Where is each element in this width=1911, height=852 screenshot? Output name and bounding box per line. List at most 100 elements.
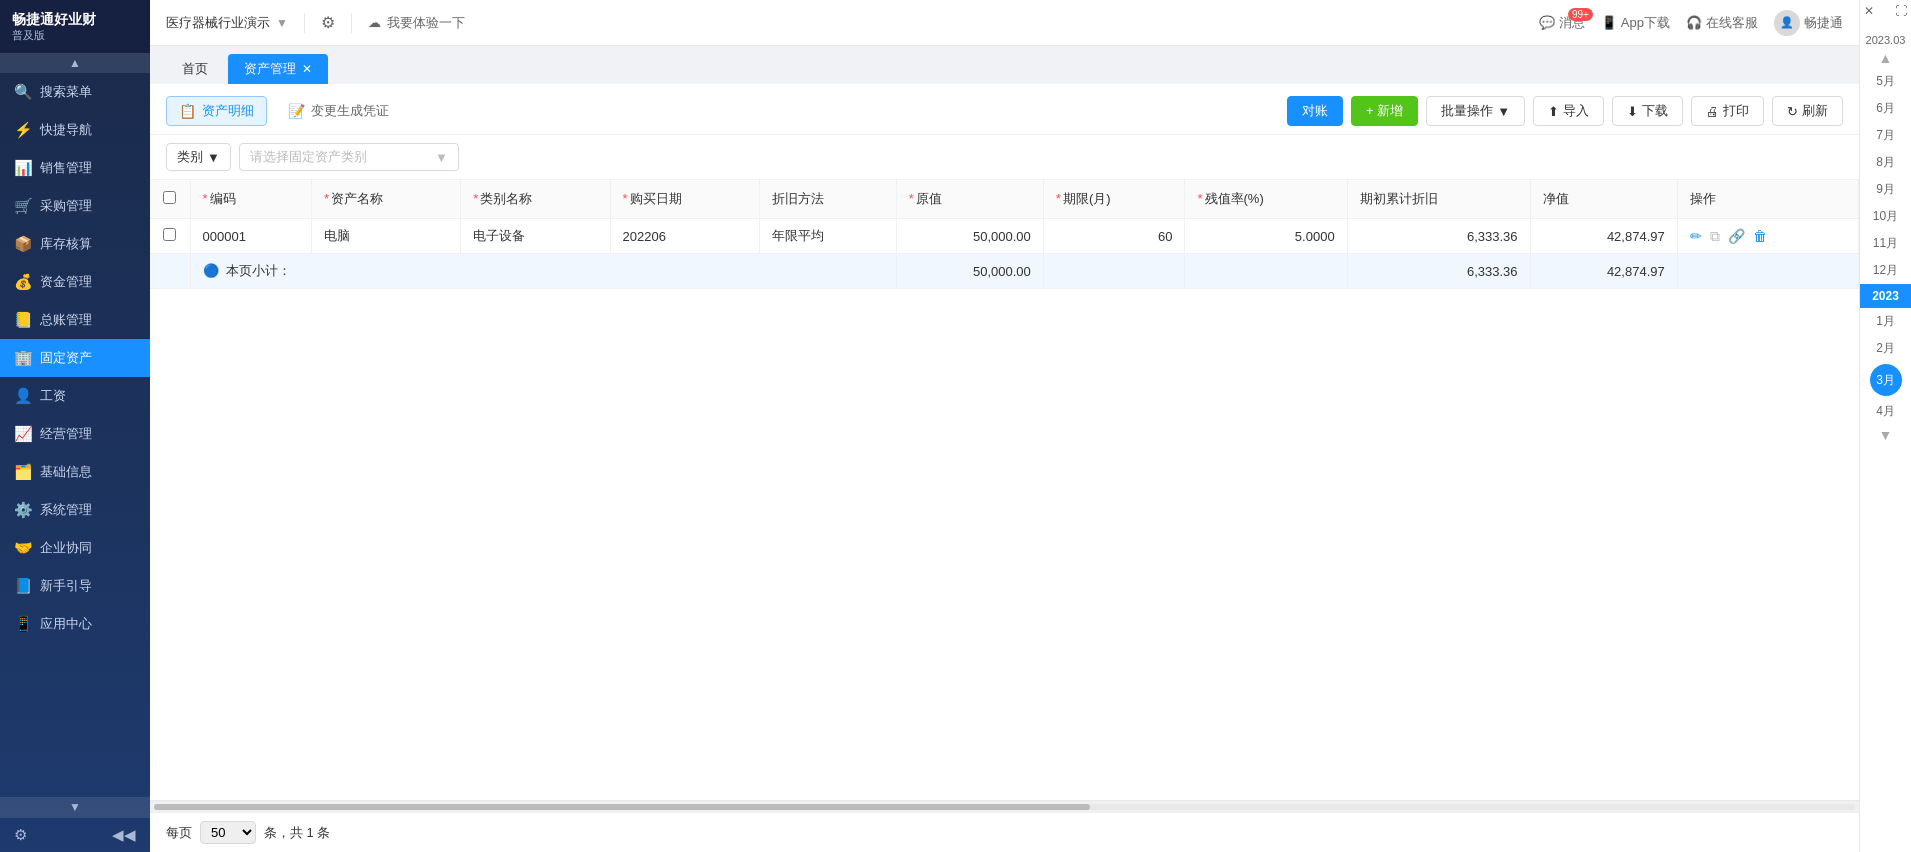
subtotal-row: 🔵 本页小计： 50,000.00 6,333.36 42,874.97 — [150, 254, 1859, 289]
batch-button[interactable]: 批量操作 ▼ — [1426, 96, 1525, 126]
refresh-button[interactable]: ↻ 刷新 — [1772, 96, 1843, 126]
settings-icon[interactable]: ⚙ — [14, 826, 27, 844]
sub-tab-asset-detail[interactable]: 📋 资产明细 — [166, 96, 267, 126]
row-checkbox[interactable] — [163, 228, 176, 241]
date-nav-month-1[interactable]: 1月 — [1860, 308, 1911, 335]
batch-dropdown-icon: ▼ — [1497, 104, 1510, 119]
category-filter[interactable]: 类别 ▼ — [166, 143, 231, 171]
print-button[interactable]: 🖨 打印 — [1691, 96, 1764, 126]
search-icon: 🔍 — [14, 83, 32, 101]
date-nav-month-9[interactable]: 9月 — [1860, 176, 1911, 203]
company-selector[interactable]: 医疗器械行业演示 ▼ — [166, 14, 288, 32]
category-input[interactable]: 请选择固定资产类别 ▼ — [239, 143, 459, 171]
sidebar-item-label: 库存核算 — [40, 235, 92, 253]
per-page-select[interactable]: 50 10 20 100 — [200, 821, 256, 844]
new-button[interactable]: + 新增 — [1351, 96, 1418, 126]
tab-home[interactable]: 首页 — [166, 54, 224, 84]
row-name: 电脑 — [311, 219, 460, 254]
date-nav-month-4[interactable]: 4月 — [1860, 398, 1911, 425]
row-period: 60 — [1043, 219, 1185, 254]
row-depreciation-method: 年限平均 — [759, 219, 896, 254]
date-nav-month-6[interactable]: 6月 — [1860, 95, 1911, 122]
date-nav-month-3-current[interactable]: 3月 — [1870, 364, 1902, 396]
select-all-checkbox[interactable] — [163, 191, 176, 204]
date-scroll-up-icon[interactable]: ▲ — [1879, 48, 1893, 68]
app-logo-text: 畅捷通好业财 — [12, 10, 96, 28]
download-button[interactable]: ⬇ 下载 — [1612, 96, 1683, 126]
sidebar-item-collab[interactable]: 🤝 企业协同 — [0, 529, 150, 567]
sidebar-item-quick-nav[interactable]: ⚡ 快捷导航 — [0, 111, 150, 149]
reconcile-button[interactable]: 对账 — [1287, 96, 1343, 126]
subtotal-net-value: 42,874.97 — [1530, 254, 1677, 289]
tab-asset-management[interactable]: 资产管理 ✕ — [228, 54, 328, 84]
experience-label: 我要体验一下 — [387, 14, 465, 32]
horizontal-scrollbar[interactable] — [150, 800, 1859, 812]
sidebar-item-label: 搜索菜单 — [40, 83, 92, 101]
sidebar-item-payroll[interactable]: 👤 工资 — [0, 377, 150, 415]
sidebar-item-ops[interactable]: 📈 经营管理 — [0, 415, 150, 453]
date-nav-month-12[interactable]: 12月 — [1860, 257, 1911, 284]
tab-close-icon[interactable]: ✕ — [302, 62, 312, 76]
sub-tab-change-voucher-label: 变更生成凭证 — [311, 102, 389, 120]
sidebar-item-inventory[interactable]: 📦 库存核算 — [0, 225, 150, 263]
date-nav-month-11[interactable]: 11月 — [1860, 230, 1911, 257]
sidebar-item-app-center[interactable]: 📱 应用中心 — [0, 605, 150, 643]
header-name: *资产名称 — [311, 180, 460, 219]
sidebar-scroll-up[interactable]: ▲ — [0, 53, 150, 73]
asset-table: *编码 *资产名称 *类别名称 *购买日期 折旧方法 *原值 *期限(月) *残… — [150, 180, 1859, 289]
date-nav-month-10[interactable]: 10月 — [1860, 203, 1911, 230]
header-residual-rate: *残值率(%) — [1185, 180, 1347, 219]
sidebar-item-guide[interactable]: 📘 新手引导 — [0, 567, 150, 605]
sidebar-item-system[interactable]: ⚙️ 系统管理 — [0, 491, 150, 529]
edit-icon[interactable]: ✏ — [1690, 228, 1702, 244]
toolbar-right: 对账 + 新增 批量操作 ▼ ⬆ 导入 ⬇ 下载 🖨 — [1287, 96, 1843, 126]
copy-icon[interactable]: ⧉ — [1710, 228, 1720, 245]
import-button[interactable]: ⬆ 导入 — [1533, 96, 1604, 126]
date-nav-year-2023[interactable]: 2023 — [1860, 284, 1911, 308]
refresh-icon: ↻ — [1787, 104, 1798, 119]
sidebar-item-sales[interactable]: 📊 销售管理 — [0, 149, 150, 187]
messages-button[interactable]: 💬 消息 99+ — [1539, 14, 1585, 32]
sidebar-item-ledger[interactable]: 📒 总账管理 — [0, 301, 150, 339]
settings-gear-icon[interactable]: ⚙ — [321, 13, 335, 32]
date-nav-month-5[interactable]: 5月 — [1860, 68, 1911, 95]
sidebar-item-label: 系统管理 — [40, 501, 92, 519]
import-icon: ⬆ — [1548, 104, 1559, 119]
right-panel-close-icon[interactable]: ✕ — [1864, 4, 1874, 18]
subtotal-period — [1043, 254, 1185, 289]
sidebar-item-fixed-assets[interactable]: 🏢 固定资产 — [0, 339, 150, 377]
topbar-right: 💬 消息 99+ 📱 App下载 🎧 在线客服 👤 畅捷通 — [1539, 10, 1843, 36]
experience-button[interactable]: ☁ 我要体验一下 — [368, 14, 465, 32]
sidebar-item-basic[interactable]: 🗂️ 基础信息 — [0, 453, 150, 491]
customer-service-button[interactable]: 🎧 在线客服 — [1686, 14, 1758, 32]
row-code: 000001 — [190, 219, 311, 254]
delete-icon[interactable]: 🗑 — [1753, 228, 1767, 244]
row-net-value: 42,874.97 — [1530, 219, 1677, 254]
row-initial-accumulated-depreciation: 6,333.36 — [1347, 219, 1530, 254]
link-icon[interactable]: 🔗 — [1728, 228, 1745, 244]
date-nav-month-7[interactable]: 7月 — [1860, 122, 1911, 149]
app-center-icon: 📱 — [14, 615, 32, 633]
subtotal-residual — [1185, 254, 1347, 289]
sidebar-item-search[interactable]: 🔍 搜索菜单 — [0, 73, 150, 111]
filter-dropdown-icon: ▼ — [207, 150, 220, 165]
tab-asset-management-label: 资产管理 — [244, 60, 296, 78]
sidebar: 畅捷通好业财 普及版 ▲ 🔍 搜索菜单 ⚡ 快捷导航 📊 销售管理 🛒 采购管理… — [0, 0, 150, 852]
date-scroll-down-icon[interactable]: ▼ — [1879, 425, 1893, 445]
sidebar-item-label: 总账管理 — [40, 311, 92, 329]
header-original-value: *原值 — [896, 180, 1043, 219]
sub-tab-asset-detail-label: 资产明细 — [202, 102, 254, 120]
date-nav-month-8[interactable]: 8月 — [1860, 149, 1911, 176]
right-panel-expand-icon[interactable]: ⛶ — [1895, 4, 1907, 18]
sidebar-item-purchase[interactable]: 🛒 采购管理 — [0, 187, 150, 225]
date-nav-month-2[interactable]: 2月 — [1860, 335, 1911, 362]
sidebar-scroll-down[interactable]: ▼ — [0, 797, 150, 817]
sidebar-item-finance[interactable]: 💰 资金管理 — [0, 263, 150, 301]
scroll-thumb — [154, 804, 1090, 810]
change-voucher-icon: 📝 — [288, 103, 305, 119]
refresh-label: 刷新 — [1802, 102, 1828, 120]
app-download-button[interactable]: 📱 App下载 — [1601, 14, 1670, 32]
collapse-icon[interactable]: ◀◀ — [112, 826, 136, 844]
user-profile[interactable]: 👤 畅捷通 — [1774, 10, 1843, 36]
sub-tab-change-voucher[interactable]: 📝 变更生成凭证 — [275, 96, 402, 126]
